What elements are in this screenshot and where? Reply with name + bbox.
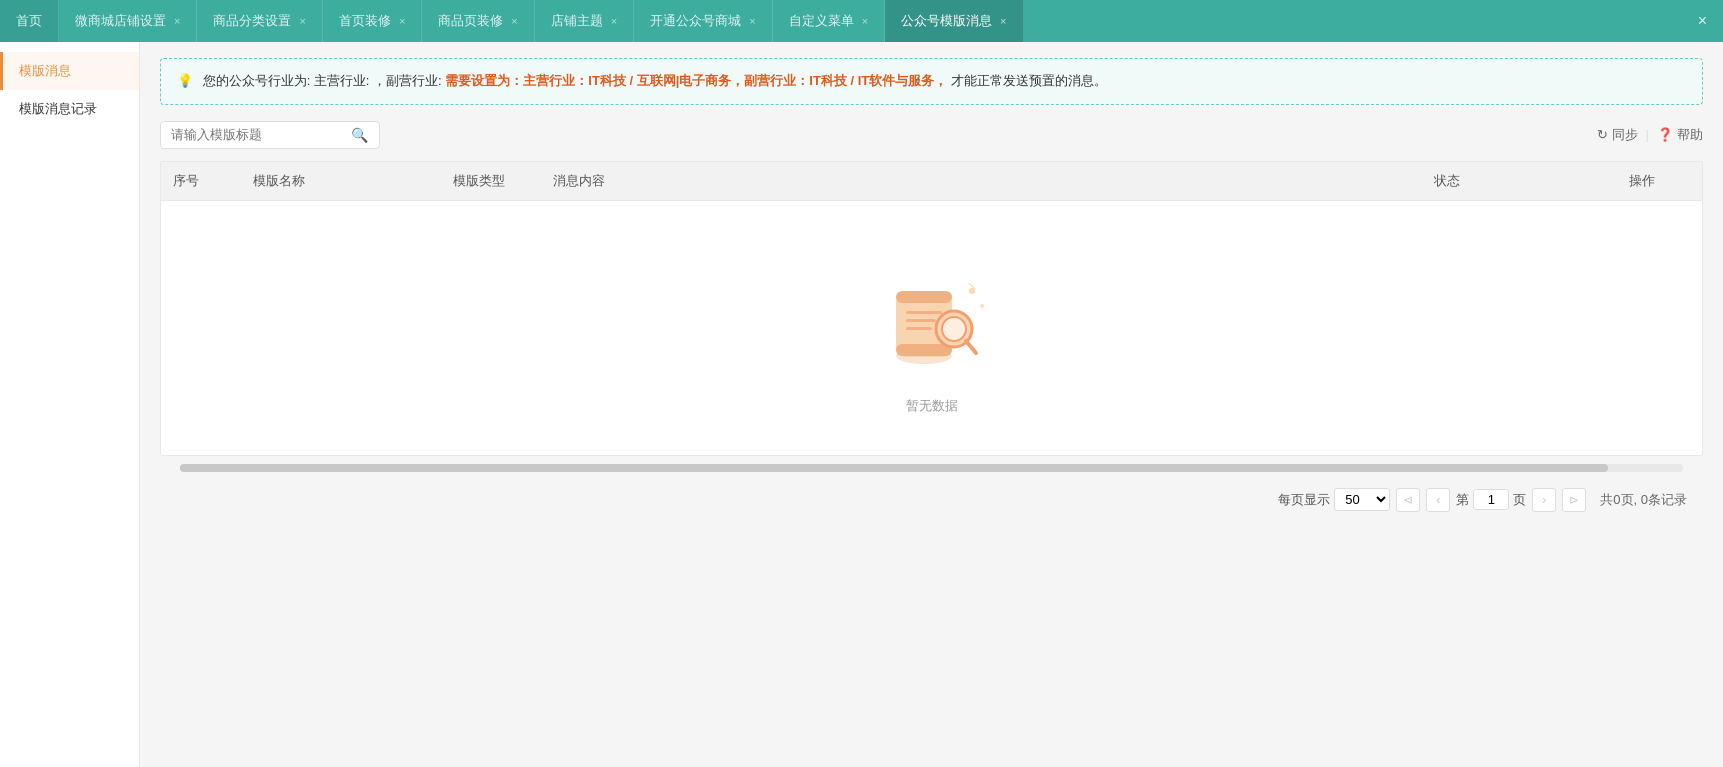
sidebar-item-template-message-record[interactable]: 模版消息记录: [0, 90, 139, 128]
help-button[interactable]: ❓ 帮助: [1657, 126, 1703, 144]
tab-shop-settings[interactable]: 微商城店铺设置 ×: [59, 0, 197, 42]
table-header: 序号 模版名称 模版类型 消息内容 状态 操作: [161, 162, 1702, 201]
tab-category-settings-label: 商品分类设置: [213, 12, 291, 30]
table-wrap: 序号 模版名称 模版类型 消息内容 状态 操作: [160, 161, 1703, 456]
tab-custom-menu-label: 自定义菜单: [789, 12, 854, 30]
page-first-button[interactable]: ⊲: [1396, 488, 1420, 512]
search-input[interactable]: [171, 127, 351, 142]
page-size-label: 每页显示: [1278, 491, 1330, 509]
tab-custom-menu-close[interactable]: ×: [862, 15, 868, 27]
col-header-content: 消息内容: [541, 172, 1422, 190]
layout: 模版消息 模版消息记录 💡 您的公众号行业为: 主营行业: ，副营行业: 需要设…: [0, 42, 1723, 767]
tab-custom-menu[interactable]: 自定义菜单 ×: [773, 0, 885, 42]
sidebar: 模版消息 模版消息记录: [0, 42, 140, 767]
svg-rect-4: [906, 311, 942, 314]
notice-icon: 💡: [177, 73, 193, 88]
tab-shop-theme[interactable]: 店铺主题 ×: [535, 0, 634, 42]
page-last-button[interactable]: ⊳: [1562, 488, 1586, 512]
tab-category-settings-close[interactable]: ×: [299, 15, 305, 27]
empty-state: 暂无数据: [161, 201, 1702, 455]
tab-shop-settings-close[interactable]: ×: [174, 15, 180, 27]
notice-suffix: 才能正常发送预置的消息。: [951, 73, 1107, 88]
tab-home-decoration-label: 首页装修: [339, 12, 391, 30]
tab-shop-theme-label: 店铺主题: [551, 12, 603, 30]
sync-icon: ↻: [1597, 127, 1608, 142]
col-header-type: 模版类型: [441, 172, 541, 190]
svg-rect-3: [896, 344, 952, 356]
toolbar-divider: |: [1646, 127, 1649, 142]
tab-home-label: 首页: [16, 12, 42, 30]
col-header-status: 状态: [1422, 172, 1582, 190]
page-number-input[interactable]: [1473, 489, 1509, 510]
main-content: 💡 您的公众号行业为: 主营行业: ，副营行业: 需要设置为：主营行业：IT科技…: [140, 42, 1723, 767]
page-prev-button[interactable]: ‹: [1426, 488, 1450, 512]
tab-product-decoration[interactable]: 商品页装修 ×: [422, 0, 534, 42]
page-next-button[interactable]: ›: [1532, 488, 1556, 512]
tab-product-decoration-close[interactable]: ×: [511, 15, 517, 27]
tab-open-mall-label: 开通公众号商城: [650, 12, 741, 30]
total-text: 共0页, 0条记录: [1600, 491, 1687, 509]
sync-button[interactable]: ↻ 同步: [1597, 126, 1638, 144]
toolbar-right: ↻ 同步 | ❓ 帮助: [1597, 126, 1703, 144]
page-label-before: 第: [1456, 491, 1469, 509]
tab-home[interactable]: 首页: [0, 0, 59, 42]
page-size-select[interactable]: 50 20 100: [1334, 488, 1390, 511]
tab-template-message[interactable]: 公众号模版消息 ×: [885, 0, 1023, 42]
tab-bar-close-all[interactable]: ×: [1682, 0, 1723, 42]
sidebar-item-template-message[interactable]: 模版消息: [0, 52, 139, 90]
svg-point-11: [980, 304, 984, 308]
toolbar: 🔍 ↻ 同步 | ❓ 帮助: [160, 121, 1703, 149]
svg-point-8: [942, 317, 966, 341]
tab-open-mall-close[interactable]: ×: [749, 15, 755, 27]
tab-category-settings[interactable]: 商品分类设置 ×: [197, 0, 322, 42]
pagination: 每页显示 50 20 100 ⊲ ‹ 第 页 › ⊳ 共0页, 0条记录: [160, 480, 1703, 524]
page-input-wrap: 第 页: [1456, 489, 1526, 510]
tab-home-decoration[interactable]: 首页装修 ×: [323, 0, 422, 42]
svg-rect-5: [906, 319, 936, 322]
scrollbar-thumb: [180, 464, 1608, 472]
empty-text: 暂无数据: [906, 397, 958, 415]
col-header-action: 操作: [1582, 172, 1702, 190]
tab-shop-theme-close[interactable]: ×: [611, 15, 617, 27]
col-header-no: 序号: [161, 172, 241, 190]
tab-bar: 首页 微商城店铺设置 × 商品分类设置 × 首页装修 × 商品页装修 × 店铺主…: [0, 0, 1723, 42]
help-icon: ❓: [1657, 127, 1673, 142]
tab-open-mall[interactable]: 开通公众号商城 ×: [634, 0, 772, 42]
tab-template-message-close[interactable]: ×: [1000, 15, 1006, 27]
search-icon[interactable]: 🔍: [351, 127, 368, 143]
empty-icon: [872, 261, 992, 381]
tab-home-decoration-close[interactable]: ×: [399, 15, 405, 27]
page-size-wrap: 每页显示 50 20 100: [1278, 488, 1390, 511]
svg-rect-2: [896, 291, 952, 303]
svg-line-9: [966, 341, 976, 353]
tab-product-decoration-label: 商品页装修: [438, 12, 503, 30]
help-label: 帮助: [1677, 126, 1703, 144]
sync-label: 同步: [1612, 126, 1638, 144]
tab-shop-settings-label: 微商城店铺设置: [75, 12, 166, 30]
scrollbar-area[interactable]: [180, 464, 1683, 472]
col-header-name: 模版名称: [241, 172, 441, 190]
search-wrap: 🔍: [160, 121, 380, 149]
tab-template-message-label: 公众号模版消息: [901, 12, 992, 30]
page-label-after: 页: [1513, 491, 1526, 509]
notice-box: 💡 您的公众号行业为: 主营行业: ，副营行业: 需要设置为：主营行业：IT科技…: [160, 58, 1703, 105]
notice-prefix: 您的公众号行业为: 主营行业: ，副营行业:: [203, 73, 442, 88]
notice-highlight: 需要设置为：主营行业：IT科技 / 互联网|电子商务，副营行业：IT科技 / I…: [445, 73, 947, 88]
svg-rect-6: [906, 327, 932, 330]
